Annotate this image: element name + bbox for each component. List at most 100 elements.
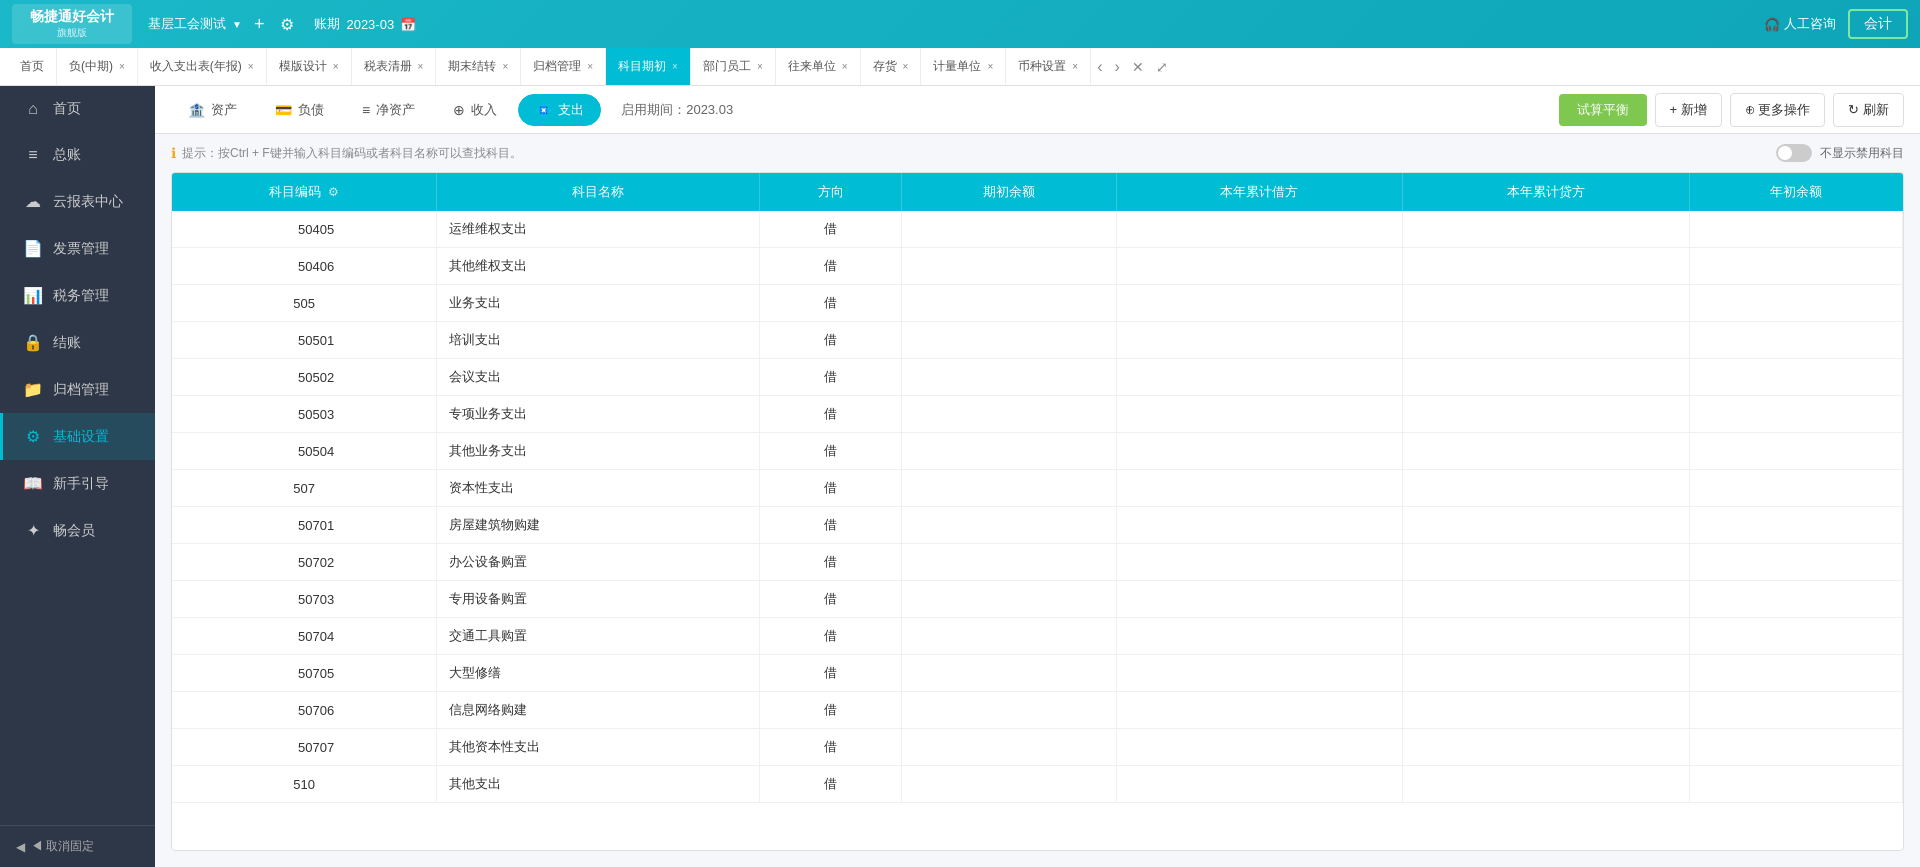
calendar-icon[interactable]: 📅: [400, 17, 416, 32]
table-row[interactable]: 50405运维维权支出借: [172, 211, 1903, 248]
cell-opening-balance: [902, 433, 1116, 470]
tab-subject-period-close[interactable]: ×: [672, 61, 678, 72]
tab-dept[interactable]: 部门员工 ×: [691, 48, 776, 86]
cell-direction: 借: [760, 396, 902, 433]
table-row[interactable]: 50704交通工具购置借: [172, 618, 1903, 655]
project-chevron-icon: ▼: [232, 19, 242, 30]
cell-name: 业务支出: [437, 285, 760, 322]
user-role-button[interactable]: 会计: [1848, 9, 1908, 39]
tab-unit[interactable]: 往来单位 ×: [776, 48, 861, 86]
project-selector[interactable]: 基层工会测试 ▼: [148, 15, 242, 33]
toolbar: 试算平衡 + 新增 ⊕ 更多操作 ↻ 刷新: [1559, 93, 1904, 127]
cell-opening-balance: [902, 766, 1116, 803]
tab-close-all-button[interactable]: ✕: [1126, 48, 1150, 86]
table-row[interactable]: 50504其他业务支出借: [172, 433, 1903, 470]
table-row[interactable]: 510其他支出借: [172, 766, 1903, 803]
sub-tab-income[interactable]: ⊕ 收入: [436, 94, 514, 126]
tab-tax[interactable]: 税表清册 ×: [352, 48, 437, 86]
sidebar-collapse-button[interactable]: ◀ ◀ 取消固定: [0, 825, 155, 867]
calc-balance-button[interactable]: 试算平衡: [1559, 94, 1647, 126]
cell-year-opening: [1690, 544, 1903, 581]
tab-income-annual-close[interactable]: ×: [248, 61, 254, 72]
tax-icon: 📊: [23, 286, 43, 305]
logo[interactable]: 畅捷通好会计 旗舰版: [12, 4, 132, 44]
table-row[interactable]: 50705大型修缮借: [172, 655, 1903, 692]
table-row[interactable]: 505业务支出借: [172, 285, 1903, 322]
sidebar-item-report[interactable]: ☁ 云报表中心: [0, 178, 155, 225]
table-row[interactable]: 50703专用设备购置借: [172, 581, 1903, 618]
table-row[interactable]: 50702办公设备购置借: [172, 544, 1903, 581]
tab-unit-measure[interactable]: 计量单位 ×: [921, 48, 1006, 86]
more-actions-button[interactable]: ⊕ 更多操作: [1730, 93, 1826, 127]
cell-ytd-credit: [1403, 248, 1690, 285]
cell-code: 505: [172, 285, 437, 322]
tab-template-close[interactable]: ×: [333, 61, 339, 72]
help-button[interactable]: 🎧 人工咨询: [1764, 15, 1836, 33]
tab-currency-close[interactable]: ×: [1072, 61, 1078, 72]
tab-interim[interactable]: 负(中期) ×: [57, 48, 138, 86]
sidebar-item-ledger[interactable]: ≡ 总账: [0, 132, 155, 178]
sub-tab-asset[interactable]: 🏦 资产: [171, 94, 254, 126]
archive-icon: 📁: [23, 380, 43, 399]
sidebar-item-settings[interactable]: ⚙ 基础设置: [0, 413, 155, 460]
table-row[interactable]: 50406其他维权支出借: [172, 248, 1903, 285]
show-disabled-toggle[interactable]: [1776, 144, 1812, 162]
net-asset-icon: ≡: [362, 102, 370, 118]
settings-icon[interactable]: ⚙: [276, 15, 298, 34]
tab-interim-close[interactable]: ×: [119, 61, 125, 72]
tab-currency[interactable]: 币种设置 ×: [1006, 48, 1091, 86]
tab-currency-label: 币种设置: [1018, 58, 1066, 75]
sidebar-item-member[interactable]: ✦ 畅会员: [0, 507, 155, 554]
tab-prev-button[interactable]: ‹: [1091, 48, 1108, 86]
cell-year-opening: [1690, 618, 1903, 655]
cell-opening-balance: [902, 396, 1116, 433]
cell-ytd-debit: [1116, 618, 1403, 655]
sidebar-item-home[interactable]: ⌂ 首页: [0, 86, 155, 132]
table-row[interactable]: 50501培训支出借: [172, 322, 1903, 359]
sidebar-item-archive[interactable]: 📁 归档管理: [0, 366, 155, 413]
tab-archive-close[interactable]: ×: [587, 61, 593, 72]
sidebar: ⌂ 首页 ≡ 总账 ☁ 云报表中心 📄 发票管理 📊 税务管理 🔒 结账 📁 归…: [0, 86, 155, 867]
tab-period-end[interactable]: 期末结转 ×: [436, 48, 521, 86]
tab-income-annual[interactable]: 收入支出表(年报) ×: [138, 48, 267, 86]
table-row[interactable]: 507资本性支出借: [172, 470, 1903, 507]
tab-unit-close[interactable]: ×: [842, 61, 848, 72]
cell-name: 办公设备购置: [437, 544, 760, 581]
add-tab-button[interactable]: +: [250, 14, 269, 35]
sub-tab-expense[interactable]: 💠 支出: [518, 94, 601, 126]
tab-inventory[interactable]: 存货 ×: [861, 48, 922, 86]
table-row[interactable]: 50707其他资本性支出借: [172, 729, 1903, 766]
sub-tab-expense-label: 支出: [558, 101, 584, 119]
cell-name: 会议支出: [437, 359, 760, 396]
sidebar-item-invoice[interactable]: 📄 发票管理: [0, 225, 155, 272]
cell-ytd-credit: [1403, 507, 1690, 544]
tab-archive[interactable]: 归档管理 ×: [521, 48, 606, 86]
tab-unit-measure-close[interactable]: ×: [987, 61, 993, 72]
sidebar-item-guide[interactable]: 📖 新手引导: [0, 460, 155, 507]
tab-expand-button[interactable]: ⤢: [1150, 48, 1174, 86]
col-settings-icon[interactable]: ⚙: [328, 185, 339, 199]
table-row[interactable]: 50701房屋建筑物购建借: [172, 507, 1903, 544]
tab-inventory-close[interactable]: ×: [903, 61, 909, 72]
table-row[interactable]: 50502会议支出借: [172, 359, 1903, 396]
tab-subject-period[interactable]: 科目期初 ×: [606, 48, 691, 86]
table-row[interactable]: 50503专项业务支出借: [172, 396, 1903, 433]
refresh-button[interactable]: ↻ 刷新: [1833, 93, 1904, 127]
table-row[interactable]: 50706信息网络购建借: [172, 692, 1903, 729]
period-info: 启用期间：2023.03: [621, 101, 733, 119]
tab-dept-close[interactable]: ×: [757, 61, 763, 72]
tab-template[interactable]: 模版设计 ×: [267, 48, 352, 86]
cell-opening-balance: [902, 322, 1116, 359]
sidebar-item-tax[interactable]: 📊 税务管理: [0, 272, 155, 319]
tab-period-end-close[interactable]: ×: [502, 61, 508, 72]
collapse-icon: ◀: [16, 840, 25, 854]
invoice-icon: 📄: [23, 239, 43, 258]
sub-tab-net-asset[interactable]: ≡ 净资产: [345, 94, 432, 126]
add-button[interactable]: + 新增: [1655, 93, 1722, 127]
sub-tab-liability[interactable]: 💳 负债: [258, 94, 341, 126]
sidebar-item-closing[interactable]: 🔒 结账: [0, 319, 155, 366]
tab-tax-close[interactable]: ×: [418, 61, 424, 72]
col-opening-balance: 期初余额: [902, 173, 1116, 211]
tab-next-button[interactable]: ›: [1108, 48, 1125, 86]
tab-home[interactable]: 首页: [8, 48, 57, 86]
